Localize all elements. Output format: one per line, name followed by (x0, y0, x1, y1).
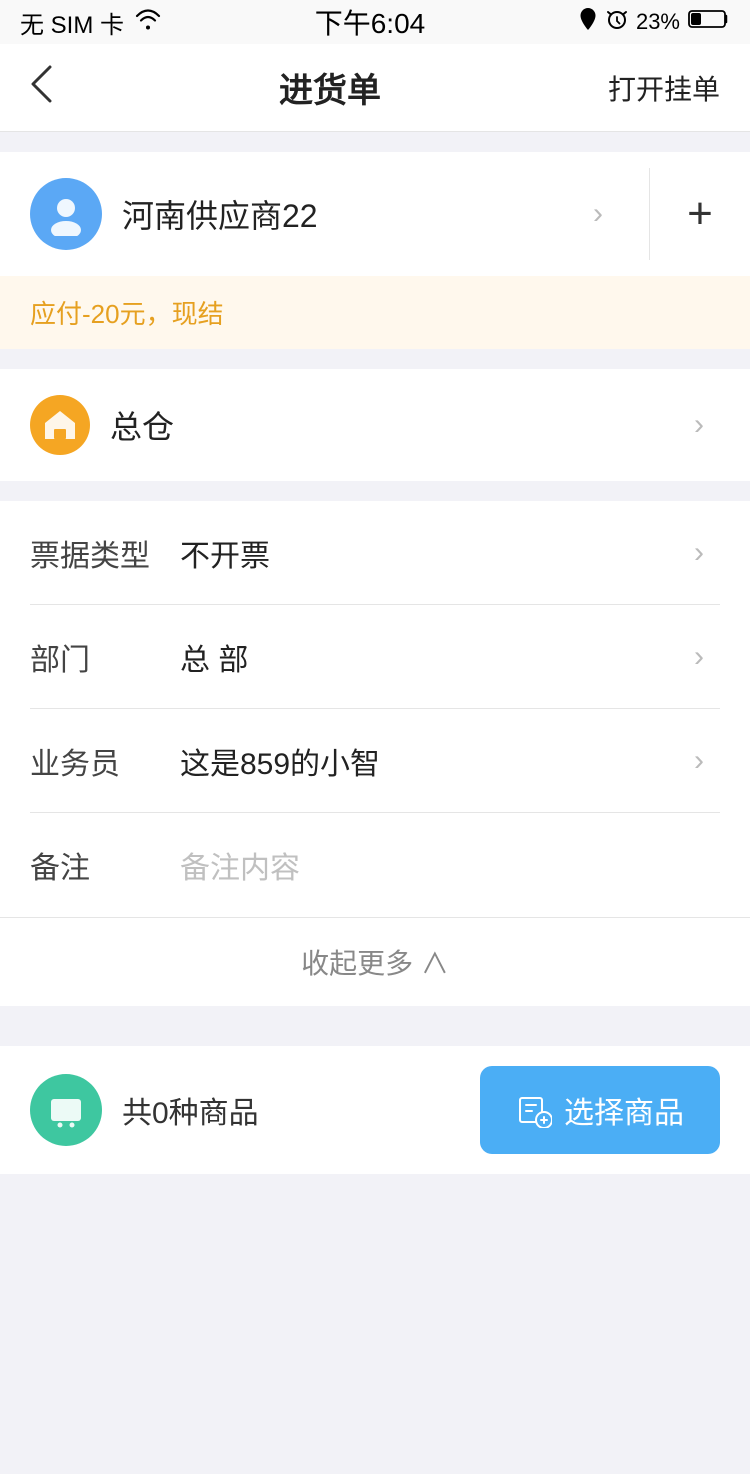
select-product-button[interactable]: 选择商品 (480, 1066, 720, 1154)
collapse-label: 收起更多 ∧ (301, 942, 449, 982)
cart-icon-wrap (30, 1074, 102, 1146)
invoice-type-row[interactable]: 票据类型 不开票 › (0, 501, 750, 605)
location-icon (578, 7, 598, 37)
staff-row[interactable]: 业务员 这是859的小智 › (0, 709, 750, 813)
section-gap-2 (0, 349, 750, 369)
page-background (0, 1174, 750, 1474)
invoice-type-label: 票据类型 (30, 531, 160, 575)
select-product-label: 选择商品 (564, 1088, 684, 1132)
dept-chevron-icon: › (694, 640, 704, 674)
staff-label: 业务员 (30, 739, 160, 783)
remark-input[interactable]: 备注内容 (160, 843, 720, 887)
notice-bar: 应付-20元，现结 (0, 276, 750, 349)
nav-bar: 进货单 打开挂单 (0, 44, 750, 132)
staff-chevron-icon: › (694, 744, 704, 778)
dept-row[interactable]: 部门 总 部 › (0, 605, 750, 709)
collapse-button[interactable]: 收起更多 ∧ (0, 917, 750, 1006)
battery-icon (688, 8, 730, 36)
warehouse-icon-wrap (30, 395, 90, 455)
bottom-bar: 共0种商品 选择商品 (0, 1046, 750, 1174)
supplier-name: 河南供应商22 (122, 191, 573, 237)
back-button[interactable] (30, 65, 52, 110)
warehouse-name: 总仓 (110, 402, 674, 448)
dept-value: 总 部 (160, 635, 694, 679)
carrier-label: 无 SIM 卡 (20, 5, 124, 40)
warehouse-selector[interactable]: 总仓 › (0, 369, 750, 481)
status-left: 无 SIM 卡 (20, 5, 162, 40)
warehouse-chevron-icon: › (694, 408, 704, 442)
supplier-avatar (30, 178, 102, 250)
section-gap-1 (0, 132, 750, 152)
dept-label: 部门 (30, 635, 160, 679)
alarm-icon (606, 8, 628, 36)
supplier-selector[interactable]: 河南供应商22 › (0, 152, 649, 276)
open-hold-button[interactable]: 打开挂单 (608, 68, 720, 108)
supplier-section: 河南供应商22 › + (0, 152, 750, 276)
status-bar: 无 SIM 卡 下午6:04 23% (0, 0, 750, 44)
section-gap-3 (0, 481, 750, 501)
notice-text: 应付-20元，现结 (30, 299, 224, 329)
form-section: 票据类型 不开票 › 部门 总 部 › 业务员 这是859的小智 › 备注 备注… (0, 501, 750, 917)
remark-label: 备注 (30, 843, 160, 887)
remark-row[interactable]: 备注 备注内容 (0, 813, 750, 917)
chevron-icon: › (593, 197, 603, 231)
status-right: 23% (578, 7, 730, 37)
staff-value: 这是859的小智 (160, 739, 694, 783)
product-count-label: 共0种商品 (102, 1088, 480, 1132)
section-gap-4 (0, 1006, 750, 1026)
add-supplier-button[interactable]: + (650, 152, 750, 276)
invoice-type-value: 不开票 (160, 531, 694, 575)
plus-icon: + (687, 192, 713, 236)
time-label: 下午6:04 (315, 2, 426, 42)
wifi-icon (134, 8, 162, 37)
battery-label: 23% (636, 9, 680, 35)
page-title: 进货单 (279, 63, 381, 112)
invoice-chevron-icon: › (694, 536, 704, 570)
